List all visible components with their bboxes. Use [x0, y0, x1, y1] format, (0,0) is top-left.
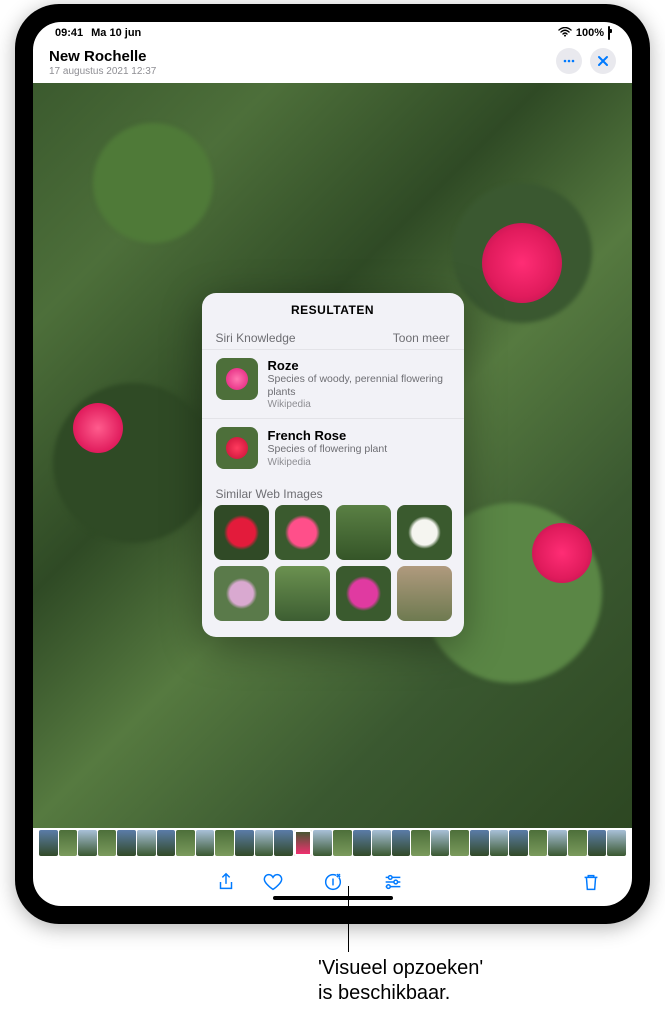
- ipad-frame: 09:41 Ma 10 jun 100% New Rochelle 17 aug…: [15, 4, 650, 924]
- rose-decoration: [532, 523, 592, 583]
- ipad-screen: 09:41 Ma 10 jun 100% New Rochelle 17 aug…: [33, 22, 632, 906]
- knowledge-title: French Rose: [268, 428, 388, 443]
- home-indicator[interactable]: [273, 896, 393, 900]
- rose-decoration: [482, 223, 562, 303]
- siri-knowledge-label: Siri Knowledge: [216, 331, 296, 345]
- similar-web-images-grid: [202, 505, 464, 627]
- close-button[interactable]: [590, 48, 616, 74]
- thumbnail[interactable]: [176, 830, 195, 856]
- show-more-button[interactable]: Toon meer: [393, 331, 450, 345]
- thumbnail[interactable]: [490, 830, 509, 856]
- thumbnail[interactable]: [470, 830, 489, 856]
- foliage-decoration: [93, 123, 213, 243]
- thumbnail[interactable]: [98, 830, 117, 856]
- knowledge-item-roze[interactable]: Roze Species of woody, perennial floweri…: [202, 349, 464, 418]
- thumbnail[interactable]: [529, 830, 548, 856]
- wifi-icon: [558, 27, 572, 40]
- thumbnail[interactable]: [353, 830, 372, 856]
- thumbnail[interactable]: [372, 830, 391, 856]
- thumbnail[interactable]: [392, 830, 411, 856]
- web-image[interactable]: [275, 566, 330, 621]
- page-subtitle: 17 augustus 2021 12:37: [49, 66, 156, 77]
- knowledge-desc: Species of flowering plant: [268, 443, 388, 456]
- status-bar: 09:41 Ma 10 jun 100%: [33, 22, 632, 44]
- thumbnail[interactable]: [196, 830, 215, 856]
- delete-button[interactable]: [578, 869, 604, 895]
- thumbnail-strip[interactable]: [33, 828, 632, 858]
- web-image[interactable]: [214, 505, 269, 560]
- thumbnail[interactable]: [215, 830, 234, 856]
- thumbnail[interactable]: [59, 830, 78, 856]
- knowledge-thumb: [216, 358, 258, 400]
- thumbnail[interactable]: [411, 830, 430, 856]
- status-date: Ma 10 jun: [91, 27, 141, 39]
- thumbnail[interactable]: [548, 830, 567, 856]
- callout-text: 'Visueel opzoeken' is beschikbaar.: [318, 956, 483, 1006]
- visual-lookup-results: RESULTATEN Siri Knowledge Toon meer Roze…: [202, 293, 464, 637]
- similar-web-images-label: Similar Web Images: [202, 477, 464, 505]
- rose-decoration: [73, 403, 123, 453]
- thumbnail[interactable]: [588, 830, 607, 856]
- thumbnail[interactable]: [568, 830, 587, 856]
- thumbnail[interactable]: [235, 830, 254, 856]
- thumbnail[interactable]: [137, 830, 156, 856]
- photo-toolbar: [33, 858, 632, 906]
- foliage-decoration: [53, 383, 213, 543]
- web-image[interactable]: [336, 505, 391, 560]
- thumbnail[interactable]: [431, 830, 450, 856]
- knowledge-title: Roze: [268, 358, 450, 373]
- thumbnail[interactable]: [78, 830, 97, 856]
- thumbnail[interactable]: [274, 830, 293, 856]
- edit-button[interactable]: [380, 869, 406, 895]
- thumbnail-current[interactable]: [294, 830, 313, 856]
- thumbnail[interactable]: [509, 830, 528, 856]
- more-button[interactable]: [556, 48, 582, 74]
- thumbnail[interactable]: [117, 830, 136, 856]
- knowledge-item-french-rose[interactable]: French Rose Species of flowering plant W…: [202, 418, 464, 477]
- thumbnail[interactable]: [607, 830, 626, 856]
- thumbnail[interactable]: [450, 830, 469, 856]
- knowledge-desc: Species of woody, perennial flowering pl…: [268, 373, 450, 398]
- battery-percent: 100%: [576, 27, 604, 39]
- thumbnail[interactable]: [333, 830, 352, 856]
- photo-view[interactable]: RESULTATEN Siri Knowledge Toon meer Roze…: [33, 83, 632, 828]
- thumbnail[interactable]: [157, 830, 176, 856]
- web-image[interactable]: [275, 505, 330, 560]
- thumbnail[interactable]: [39, 830, 58, 856]
- battery-icon: [608, 27, 610, 39]
- web-image[interactable]: [397, 566, 452, 621]
- web-image[interactable]: [336, 566, 391, 621]
- photo-header: New Rochelle 17 augustus 2021 12:37: [33, 44, 632, 83]
- thumbnail[interactable]: [255, 830, 274, 856]
- knowledge-thumb: [216, 427, 258, 469]
- callout-leader-line: [348, 886, 349, 952]
- results-title: RESULTATEN: [202, 303, 464, 325]
- share-button[interactable]: [213, 869, 239, 895]
- page-title: New Rochelle: [49, 48, 156, 65]
- status-time: 09:41: [55, 27, 83, 39]
- favorite-button[interactable]: [260, 869, 286, 895]
- visual-lookup-button[interactable]: [320, 869, 346, 895]
- knowledge-source: Wikipedia: [268, 399, 450, 410]
- web-image[interactable]: [397, 505, 452, 560]
- thumbnail[interactable]: [313, 830, 332, 856]
- web-image[interactable]: [214, 566, 269, 621]
- knowledge-source: Wikipedia: [268, 457, 388, 468]
